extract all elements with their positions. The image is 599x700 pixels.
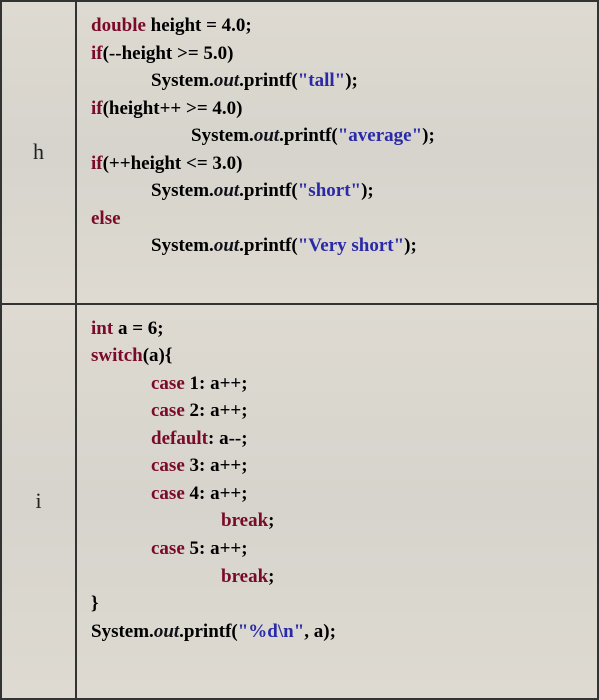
code-line: case 4: a++; <box>91 480 585 508</box>
code-line: case 3: a++; <box>91 452 585 480</box>
row-label-h: h <box>1 1 76 304</box>
code-line: System.out.printf("short"); <box>91 177 585 205</box>
code-line: case 2: a++; <box>91 397 585 425</box>
table-row: h double height = 4.0;if(--height >= 5.0… <box>1 1 598 304</box>
code-table: h double height = 4.0;if(--height >= 5.0… <box>0 0 599 700</box>
code-line: switch(a){ <box>91 342 585 370</box>
code-line: break; <box>91 507 585 535</box>
code-line: System.out.printf("average"); <box>91 122 585 150</box>
code-line: case 5: a++; <box>91 535 585 563</box>
code-cell-h: double height = 4.0;if(--height >= 5.0)S… <box>76 1 598 304</box>
table-row: i int a = 6;switch(a){case 1: a++;case 2… <box>1 304 598 699</box>
code-line: break; <box>91 563 585 591</box>
code-line: double height = 4.0; <box>91 12 585 40</box>
code-cell-i: int a = 6;switch(a){case 1: a++;case 2: … <box>76 304 598 699</box>
code-line: if(--height >= 5.0) <box>91 40 585 68</box>
code-line: System.out.printf("%d\n", a); <box>91 618 585 646</box>
code-line: if(++height <= 3.0) <box>91 150 585 178</box>
code-line: System.out.printf("tall"); <box>91 67 585 95</box>
table-body: h double height = 4.0;if(--height >= 5.0… <box>1 1 598 699</box>
code-line: case 1: a++; <box>91 370 585 398</box>
code-line: } <box>91 590 585 618</box>
code-line: System.out.printf("Very short"); <box>91 232 585 260</box>
code-line: int a = 6; <box>91 315 585 343</box>
row-label-i: i <box>1 304 76 699</box>
code-line: else <box>91 205 585 233</box>
code-line: if(height++ >= 4.0) <box>91 95 585 123</box>
code-line: default: a--; <box>91 425 585 453</box>
